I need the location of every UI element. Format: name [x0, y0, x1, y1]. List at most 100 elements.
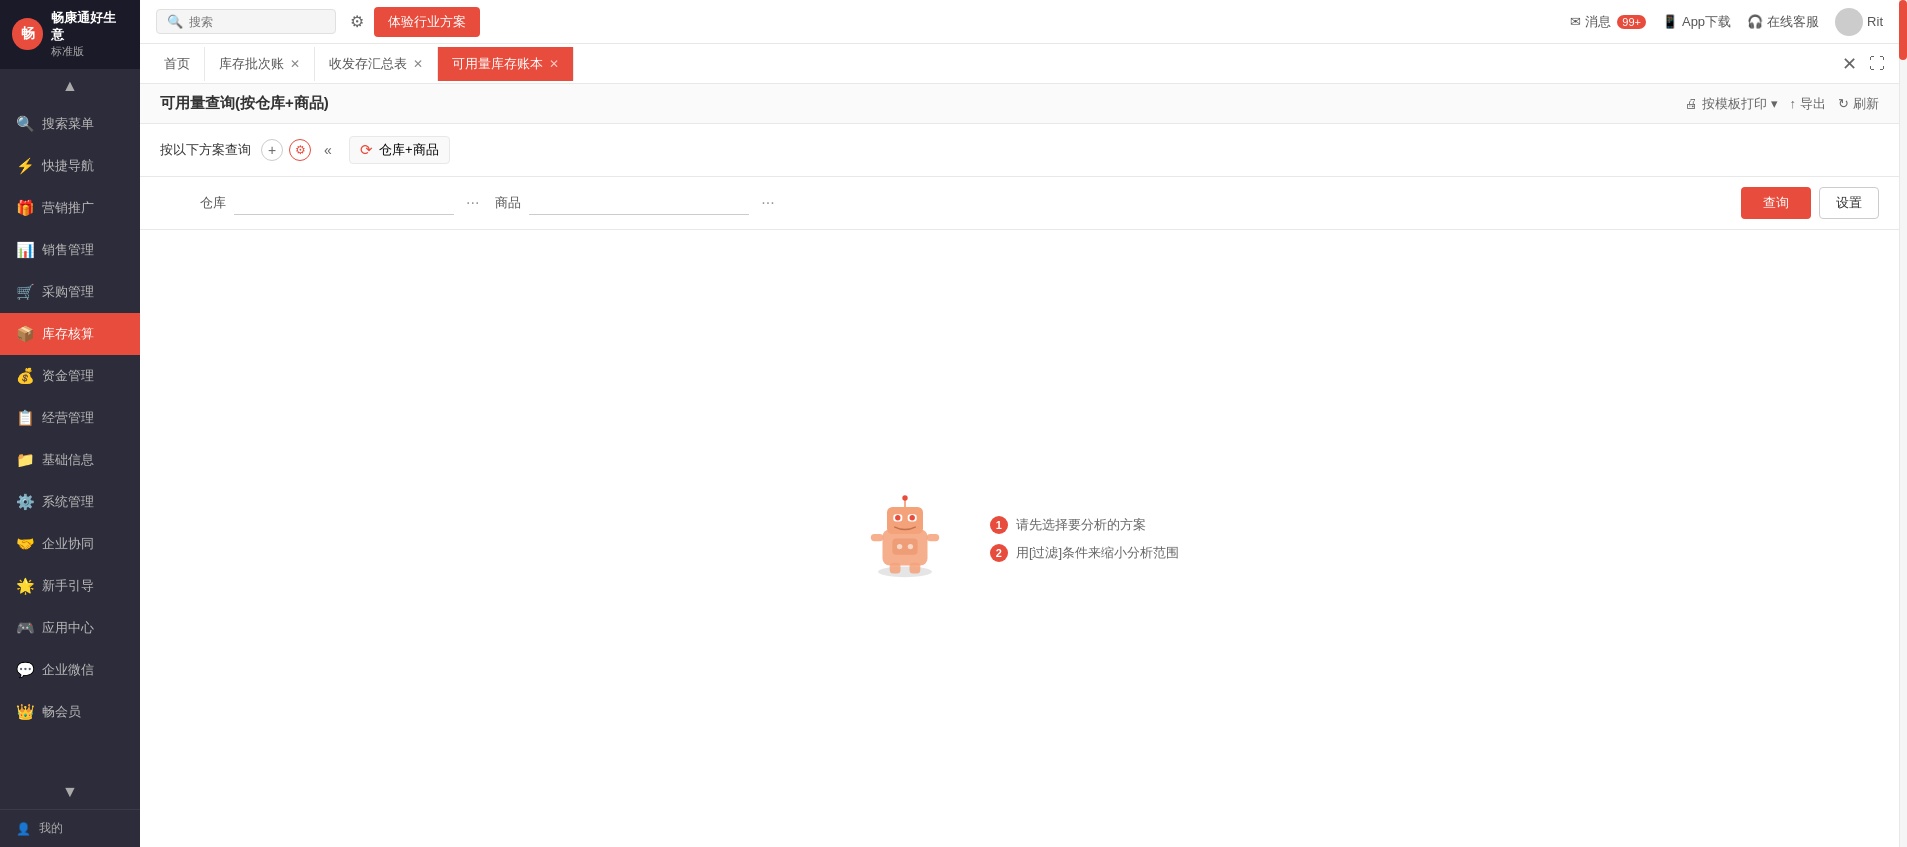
right-scrollbar[interactable] [1899, 0, 1907, 847]
empty-content: 1 请先选择要分析的方案 2 用[过滤]条件来缩小分析范围 [860, 489, 1179, 589]
sidebar-label-vip: 畅会员 [42, 703, 81, 721]
print-dropdown-icon[interactable]: ▾ [1771, 96, 1778, 111]
tab-available-ledger[interactable]: 可用量库存账本 ✕ [438, 47, 574, 81]
empty-state: 1 请先选择要分析的方案 2 用[过滤]条件来缩小分析范围 [140, 230, 1899, 847]
online-support-item[interactable]: 🎧 在线客服 [1747, 13, 1819, 31]
sidebar-item-system[interactable]: ⚙️ 系统管理 [0, 481, 140, 523]
newbie-icon: 🌟 [16, 577, 34, 595]
tab-batch-ledger-label: 库存批次账 [219, 55, 284, 73]
sidebar-header: 畅 畅康通好生意 标准版 [0, 0, 140, 69]
app-download-label: App下载 [1682, 13, 1731, 31]
tab-home[interactable]: 首页 [150, 47, 205, 81]
query-panel: 按以下方案查询 + ⚙ « ⟳ 仓库+商品 [140, 124, 1899, 177]
tip-number-1: 1 [990, 516, 1008, 534]
message-item[interactable]: ✉ 消息 99+ [1570, 13, 1646, 31]
filter-actions: 查询 设置 [1741, 187, 1879, 219]
svg-point-8 [902, 495, 907, 500]
sidebar-bottom-label: 我的 [39, 820, 63, 837]
sidebar-bottom[interactable]: 👤 我的 [0, 809, 140, 847]
query-button[interactable]: 查询 [1741, 187, 1811, 219]
sidebar-item-operations[interactable]: 📋 经营管理 [0, 397, 140, 439]
warehouse-input[interactable] [234, 191, 454, 215]
scheme-setting-button[interactable]: ⚙ [289, 139, 311, 161]
user-avatar-item[interactable]: Rit [1835, 8, 1883, 36]
sidebar-title: 畅康通好生意 [51, 10, 128, 44]
sidebar-item-vip[interactable]: 👑 畅会员 [0, 691, 140, 733]
sidebar-item-inventory[interactable]: 📦 库存核算 [0, 313, 140, 355]
page-title: 可用量查询(按仓库+商品) [160, 94, 329, 113]
sidebar-logo: 畅 [12, 18, 43, 50]
query-buttons: + ⚙ « [261, 139, 339, 161]
tab-recv-summary[interactable]: 收发存汇总表 ✕ [315, 47, 438, 81]
gear-icon[interactable]: ⚙ [350, 12, 364, 31]
sidebar-scroll-down[interactable]: ▼ [0, 775, 140, 809]
empty-tips: 1 请先选择要分析的方案 2 用[过滤]条件来缩小分析范围 [990, 516, 1179, 562]
sidebar-label-purchase: 采购管理 [42, 283, 94, 301]
print-action[interactable]: 🖨 按模板打印 ▾ [1685, 95, 1778, 113]
search-icon-topbar: 🔍 [167, 14, 183, 29]
refresh-action[interactable]: ↻ 刷新 [1838, 95, 1879, 113]
empty-illustration [860, 489, 960, 589]
message-icon: ✉ [1570, 14, 1581, 29]
tab-batch-ledger-close[interactable]: ✕ [290, 57, 300, 71]
trial-industry-button[interactable]: 体验行业方案 [374, 7, 480, 37]
product-input[interactable] [529, 191, 749, 215]
search-icon: 🔍 [16, 115, 34, 133]
print-label: 按模板打印 [1702, 95, 1767, 113]
empty-tip-1: 1 请先选择要分析的方案 [990, 516, 1179, 534]
sidebar-label-newbie: 新手引导 [42, 577, 94, 595]
collapse-button[interactable]: « [317, 139, 339, 161]
sidebar-scroll-up[interactable]: ▲ [0, 69, 140, 103]
tab-home-label: 首页 [164, 55, 190, 73]
tip-text-1: 请先选择要分析的方案 [1016, 516, 1146, 534]
filter-bar: 仓库 ··· 商品 ··· 查询 设置 [140, 177, 1899, 230]
sidebar-item-newbie[interactable]: 🌟 新手引导 [0, 565, 140, 607]
svg-rect-10 [926, 534, 939, 541]
sidebar: 畅 畅康通好生意 标准版 ▲ 🔍 搜索菜单 ⚡ 快捷导航 🎁 营销推广 📊 销售… [0, 0, 140, 847]
sidebar-item-enterprise[interactable]: 🤝 企业协同 [0, 523, 140, 565]
search-input[interactable] [189, 15, 329, 29]
topbar-search-box[interactable]: 🔍 [156, 9, 336, 34]
tab-batch-ledger[interactable]: 库存批次账 ✕ [205, 47, 315, 81]
message-label: 消息 [1585, 13, 1611, 31]
add-scheme-button[interactable]: + [261, 139, 283, 161]
sidebar-item-basic-info[interactable]: 📁 基础信息 [0, 439, 140, 481]
sidebar-item-finance[interactable]: 💰 资金管理 [0, 355, 140, 397]
scrollbar-thumb[interactable] [1899, 0, 1907, 60]
tab-recv-summary-close[interactable]: ✕ [413, 57, 423, 71]
sales-icon: 📊 [16, 241, 34, 259]
product-more-button[interactable]: ··· [761, 194, 774, 212]
sidebar-label-operations: 经营管理 [42, 409, 94, 427]
svg-point-6 [909, 515, 914, 520]
export-action[interactable]: ↑ 导出 [1790, 95, 1827, 113]
message-badge: 99+ [1617, 15, 1646, 29]
warehouse-label: 仓库 [200, 194, 226, 212]
close-all-tabs-button[interactable]: ✕ [1838, 49, 1861, 79]
svg-rect-11 [890, 562, 901, 573]
wechat-icon: 💬 [16, 661, 34, 679]
main-area: 🔍 ⚙ 体验行业方案 ✉ 消息 99+ 📱 App下载 🎧 在线客服 Rit [140, 0, 1899, 847]
sidebar-item-marketing[interactable]: 🎁 营销推广 [0, 187, 140, 229]
sidebar-item-search[interactable]: 🔍 搜索菜单 [0, 103, 140, 145]
sidebar-item-quick-nav[interactable]: ⚡ 快捷导航 [0, 145, 140, 187]
query-scheme-item[interactable]: ⟳ 仓库+商品 [349, 136, 450, 164]
scheme-label: 仓库+商品 [379, 141, 439, 159]
warehouse-more-button[interactable]: ··· [466, 194, 479, 212]
sidebar-label-finance: 资金管理 [42, 367, 94, 385]
sidebar-item-purchase[interactable]: 🛒 采购管理 [0, 271, 140, 313]
system-icon: ⚙️ [16, 493, 34, 511]
marketing-icon: 🎁 [16, 199, 34, 217]
tabs-bar: 首页 库存批次账 ✕ 收发存汇总表 ✕ 可用量库存账本 ✕ ✕ ⛶ [140, 44, 1899, 84]
setting-button[interactable]: 设置 [1819, 187, 1879, 219]
svg-point-15 [908, 543, 913, 548]
sidebar-item-sales[interactable]: 📊 销售管理 [0, 229, 140, 271]
tab-available-ledger-close[interactable]: ✕ [549, 57, 559, 71]
sidebar-label-basic-info: 基础信息 [42, 451, 94, 469]
expand-tabs-button[interactable]: ⛶ [1865, 51, 1889, 77]
query-label: 按以下方案查询 [160, 141, 251, 159]
page-actions: 🖨 按模板打印 ▾ ↑ 导出 ↻ 刷新 [1685, 95, 1880, 113]
sidebar-label-quick-nav: 快捷导航 [42, 157, 94, 175]
sidebar-item-app-center[interactable]: 🎮 应用中心 [0, 607, 140, 649]
sidebar-item-wechat[interactable]: 💬 企业微信 [0, 649, 140, 691]
app-download-item[interactable]: 📱 App下载 [1662, 13, 1731, 31]
